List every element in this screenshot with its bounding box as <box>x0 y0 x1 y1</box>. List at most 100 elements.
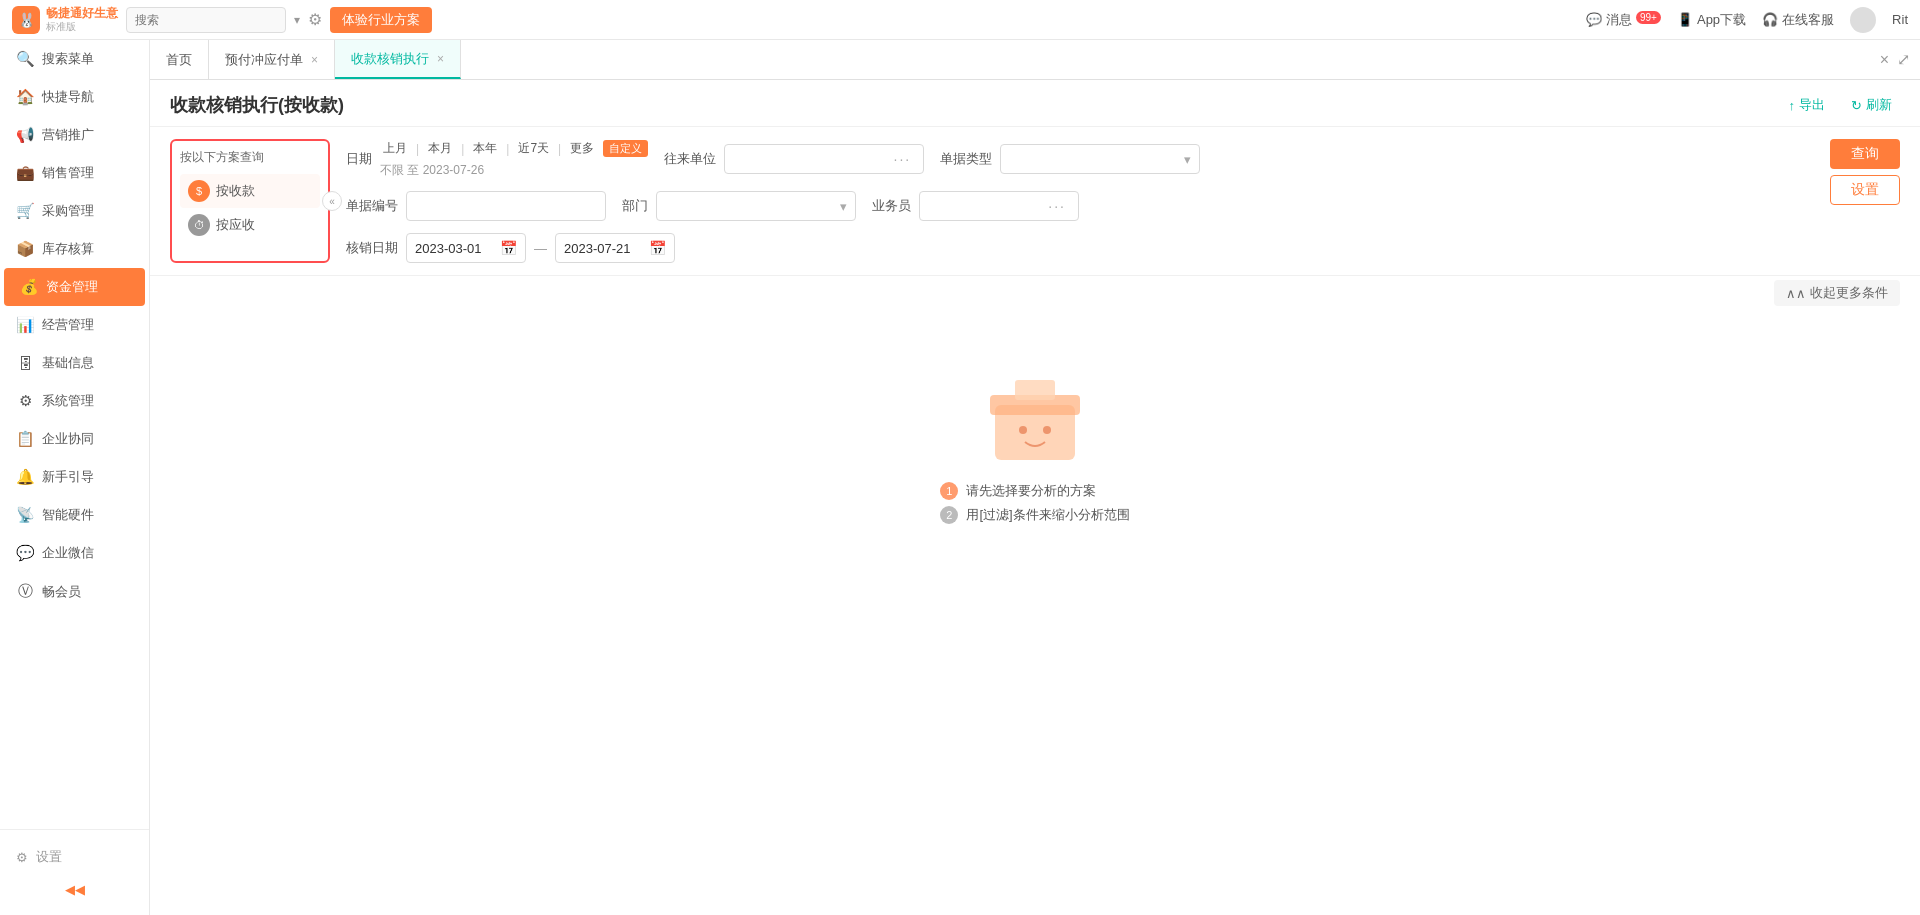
filter-row-1: 日期 上月 | 本月 | 本年 | <box>346 139 1818 179</box>
sidebar-item-system[interactable]: ⚙ 系统管理 <box>0 382 149 420</box>
filter-field-salesperson: 业务员 ··· <box>872 191 1079 221</box>
doctype-select[interactable]: ▾ <box>1000 144 1200 174</box>
user-avatar <box>1850 7 1876 33</box>
main-layout: 🔍 搜索菜单 🏠 快捷导航 📢 营销推广 💼 销售管理 🛒 采购管理 📦 库存核… <box>0 40 1920 915</box>
sidebar-bottom: ⚙ 设置 ◀◀ <box>0 829 149 915</box>
filter-settings-button[interactable]: 设置 <box>1830 175 1900 205</box>
tab-writeoff-close[interactable]: × <box>437 52 444 66</box>
sidebar-item-hardware[interactable]: 📡 智能硬件 <box>0 496 149 534</box>
filter-form: 日期 上月 | 本月 | 本年 | <box>346 139 1818 263</box>
tab-writeoff[interactable]: 收款核销执行 × <box>335 40 461 79</box>
writeoff-date-label: 核销日期 <box>346 239 398 257</box>
refresh-button[interactable]: ↻ 刷新 <box>1843 92 1900 118</box>
calendar-end-icon: 📅 <box>649 240 666 256</box>
sidebar-item-purchase[interactable]: 🛒 采购管理 <box>0 192 149 230</box>
sidebar-item-inventory[interactable]: 📦 库存核算 <box>0 230 149 268</box>
marketing-icon: 📢 <box>16 126 34 144</box>
topbar-search-input[interactable] <box>126 7 286 33</box>
tab-home[interactable]: 首页 <box>150 40 209 79</box>
date-custom-badge: 自定义 <box>603 140 648 157</box>
wechat-icon: 💬 <box>16 544 34 562</box>
collapse-more-button[interactable]: ∧∧ 收起更多条件 <box>1774 280 1900 306</box>
svg-point-4 <box>1043 426 1051 434</box>
docnum-input[interactable] <box>406 191 606 221</box>
tab-expand-icon[interactable]: ⤢ <box>1897 50 1910 69</box>
tab-close-all-icon[interactable]: × <box>1880 51 1889 69</box>
logo-icon: 🐰 <box>12 6 40 34</box>
export-icon: ↑ <box>1789 98 1796 113</box>
date-shortcut-7days[interactable]: 近7天 <box>515 139 552 158</box>
writeoff-date-start[interactable]: 2023-03-01 📅 <box>406 233 526 263</box>
filter-option-by-receipt[interactable]: $ 按收款 <box>180 174 320 208</box>
customer-service-button[interactable]: 🎧 在线客服 <box>1762 11 1834 29</box>
partner-select[interactable]: ··· <box>724 144 924 174</box>
writeoff-date-input: 2023-03-01 📅 — 2023-07-21 📅 <box>406 233 675 263</box>
export-button[interactable]: ↑ 导出 <box>1781 92 1834 118</box>
sidebar-item-sales[interactable]: 💼 销售管理 <box>0 154 149 192</box>
date-shortcut-this-year[interactable]: 本年 <box>470 139 500 158</box>
filter-selector-title: 按以下方案查询 <box>180 149 320 166</box>
collapse-more-icon: ∧∧ <box>1786 286 1806 301</box>
sidebar-item-collab[interactable]: 📋 企业协同 <box>0 420 149 458</box>
writeoff-date-end[interactable]: 2023-07-21 📅 <box>555 233 675 263</box>
system-icon: ⚙ <box>16 392 34 410</box>
sidebar-item-search[interactable]: 🔍 搜索菜单 <box>0 40 149 78</box>
user-name: Rit <box>1892 12 1908 27</box>
content-area: 首页 预付冲应付单 × 收款核销执行 × × ⤢ 收款核销执行(按收款) <box>150 40 1920 915</box>
query-actions: 查询 设置 <box>1830 139 1900 263</box>
sidebar-item-marketing[interactable]: 📢 营销推广 <box>0 116 149 154</box>
tab-spacer <box>461 40 1870 79</box>
sidebar-item-member[interactable]: Ⓥ 畅会员 <box>0 572 149 611</box>
filter-option-by-receivable[interactable]: ⏱ 按应收 <box>180 208 320 242</box>
department-select[interactable]: ▾ <box>656 191 856 221</box>
page-body: 收款核销执行(按收款) ↑ 导出 ↻ 刷新 <box>150 80 1920 915</box>
empty-illustration <box>975 370 1095 470</box>
sidebar-collapse-button[interactable]: ◀◀ <box>0 874 149 905</box>
date-shortcut-this-month[interactable]: 本月 <box>425 139 455 158</box>
messages-button[interactable]: 💬 消息 99+ <box>1586 11 1661 29</box>
sidebar-item-basic-info[interactable]: 🗄 基础信息 <box>0 344 149 382</box>
doctype-dropdown-icon: ▾ <box>1184 152 1191 167</box>
empty-state: 1 请先选择要分析的方案 2 用[过滤]条件来缩小分析范围 <box>150 310 1920 584</box>
docnum-label: 单据编号 <box>346 197 398 215</box>
dropdown-icon[interactable]: ▾ <box>294 13 300 27</box>
sidebar-item-quicknav[interactable]: 🏠 快捷导航 <box>0 78 149 116</box>
filter-field-doctype: 单据类型 ▾ <box>940 144 1200 174</box>
sales-icon: 💼 <box>16 164 34 182</box>
salesperson-label: 业务员 <box>872 197 911 215</box>
purchase-icon: 🛒 <box>16 202 34 220</box>
message-badge: 99+ <box>1636 11 1661 24</box>
date-no-limit: 不限 至 2023-07-26 <box>380 162 648 179</box>
sidebar-item-guide[interactable]: 🔔 新手引导 <box>0 458 149 496</box>
app-download-button[interactable]: 📱 App下载 <box>1677 11 1746 29</box>
calendar-start-icon: 📅 <box>500 240 517 256</box>
filter-field-department: 部门 ▾ <box>622 191 856 221</box>
trial-button[interactable]: 体验行业方案 <box>330 7 432 33</box>
date-shortcut-more[interactable]: 更多 <box>567 139 597 158</box>
basic-info-icon: 🗄 <box>16 355 34 372</box>
sidebar-settings-button[interactable]: ⚙ 设置 <box>0 840 149 874</box>
sidebar: 🔍 搜索菜单 🏠 快捷导航 📢 营销推广 💼 销售管理 🛒 采购管理 📦 库存核… <box>0 40 150 915</box>
filter-field-docnum: 单据编号 <box>346 191 606 221</box>
date-shortcut-last-month[interactable]: 上月 <box>380 139 410 158</box>
collapse-more-bar: ∧∧ 收起更多条件 <box>150 275 1920 310</box>
tab-bar: 首页 预付冲应付单 × 收款核销执行 × × ⤢ <box>150 40 1920 80</box>
message-icon: 💬 <box>1586 12 1602 27</box>
tab-prepay[interactable]: 预付冲应付单 × <box>209 40 335 79</box>
refresh-icon: ↻ <box>1851 98 1862 113</box>
page-title: 收款核销执行(按收款) <box>170 93 344 117</box>
topbar-right: 💬 消息 99+ 📱 App下载 🎧 在线客服 Rit <box>1586 7 1908 33</box>
doctype-label: 单据类型 <box>940 150 992 168</box>
sidebar-item-wechat[interactable]: 💬 企业微信 <box>0 534 149 572</box>
filter-selector-collapse-button[interactable]: « <box>322 191 342 211</box>
tab-prepay-close[interactable]: × <box>311 53 318 67</box>
logo-text: 畅捷通好生意 标准版 <box>46 6 118 32</box>
query-button[interactable]: 查询 <box>1830 139 1900 169</box>
page-content: 收款核销执行(按收款) ↑ 导出 ↻ 刷新 <box>150 80 1920 915</box>
department-dropdown-icon: ▾ <box>840 199 847 214</box>
gear-icon[interactable]: ⚙ <box>308 10 322 29</box>
guide-icon: 🔔 <box>16 468 34 486</box>
sidebar-item-finance[interactable]: 💰 资金管理 <box>4 268 145 306</box>
sidebar-item-operations[interactable]: 📊 经营管理 <box>0 306 149 344</box>
salesperson-select[interactable]: ··· <box>919 191 1079 221</box>
